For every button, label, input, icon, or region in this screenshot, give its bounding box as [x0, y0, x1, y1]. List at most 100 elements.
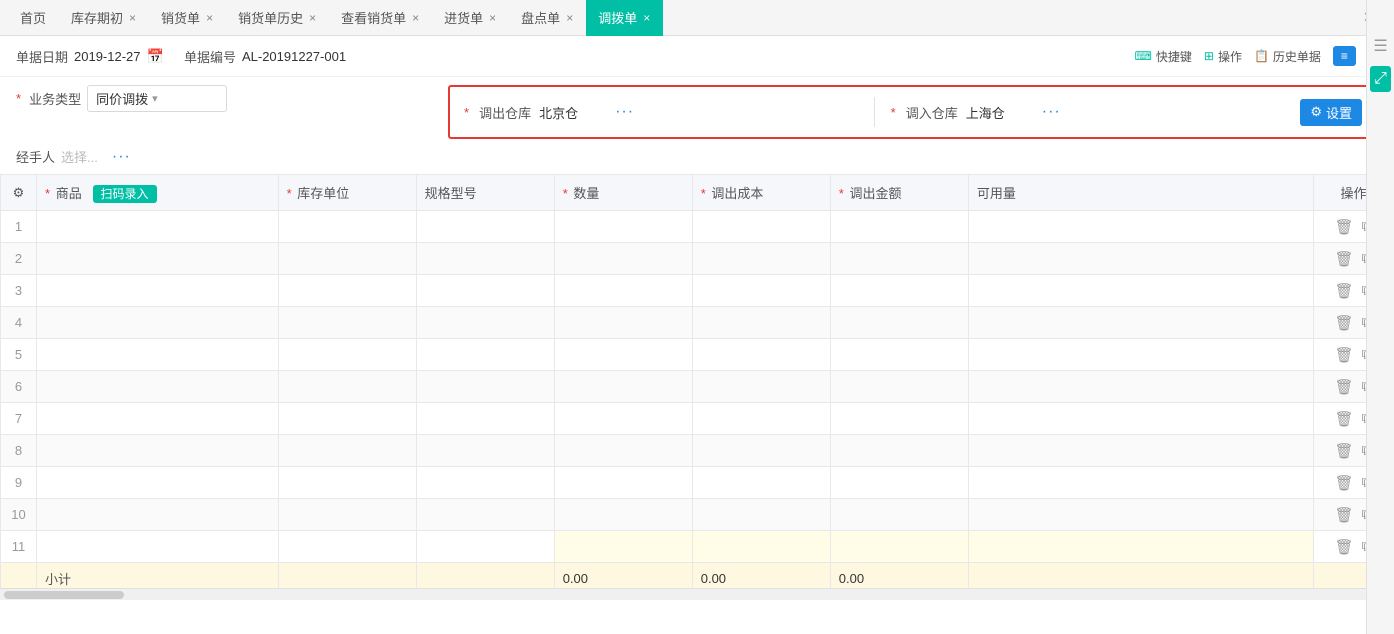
close-icon[interactable]: × [309, 11, 316, 25]
transfer-amount-cell[interactable] [830, 275, 968, 307]
available-cell[interactable] [968, 403, 1313, 435]
tab-inventory-count[interactable]: 盘点单 × [509, 0, 586, 36]
panel-expand-icon[interactable]: ⤢ [1370, 66, 1391, 92]
available-cell[interactable] [968, 307, 1313, 339]
available-cell[interactable] [968, 371, 1313, 403]
horizontal-scrollbar[interactable] [0, 588, 1394, 600]
transfer-in-dots[interactable]: ··· [1042, 103, 1061, 121]
settings-button[interactable]: ⚙ 设置 [1300, 99, 1362, 126]
person-select[interactable]: 选择... [61, 147, 98, 166]
spec-cell[interactable] [416, 403, 554, 435]
tab-view-sales[interactable]: 查看销货单 × [329, 0, 432, 36]
quantity-cell[interactable] [554, 467, 692, 499]
quantity-cell[interactable] [554, 499, 692, 531]
unit-cell[interactable] [278, 307, 416, 339]
unit-cell[interactable] [278, 531, 416, 563]
product-cell[interactable] [37, 243, 279, 275]
close-icon[interactable]: × [412, 11, 419, 25]
product-cell[interactable] [37, 435, 279, 467]
tab-inventory-init[interactable]: 库存期初 × [59, 0, 149, 36]
scan-button[interactable]: 扫码录入 [93, 185, 157, 203]
unit-cell[interactable] [278, 243, 416, 275]
close-icon[interactable]: × [206, 11, 213, 25]
unit-cell[interactable] [278, 371, 416, 403]
delete-icon[interactable]: 🗑 [1335, 346, 1354, 364]
delete-icon[interactable]: 🗑 [1335, 378, 1354, 396]
transfer-amount-cell[interactable] [830, 371, 968, 403]
spec-cell[interactable] [416, 307, 554, 339]
spec-cell[interactable] [416, 339, 554, 371]
available-cell[interactable] [968, 499, 1313, 531]
tab-sales-order[interactable]: 销货单 × [149, 0, 226, 36]
spec-cell[interactable] [416, 243, 554, 275]
transfer-cost-cell[interactable] [692, 499, 830, 531]
delete-icon[interactable]: 🗑 [1335, 314, 1354, 332]
available-cell[interactable] [968, 275, 1313, 307]
transfer-cost-cell[interactable] [692, 275, 830, 307]
gear-column-header[interactable]: ⚙ [1, 175, 37, 211]
product-cell[interactable] [37, 275, 279, 307]
available-cell[interactable] [968, 339, 1313, 371]
shortcuts-button[interactable]: ⌨ 快捷键 [1135, 48, 1192, 65]
unit-cell[interactable] [278, 499, 416, 531]
close-icon[interactable]: × [129, 11, 136, 25]
product-cell[interactable] [37, 339, 279, 371]
quantity-cell[interactable] [554, 275, 692, 307]
delete-icon[interactable]: 🗑 [1335, 538, 1354, 556]
product-cell[interactable] [37, 467, 279, 499]
quantity-cell[interactable] [554, 371, 692, 403]
tab-sales-history[interactable]: 销货单历史 × [226, 0, 329, 36]
transfer-cost-cell[interactable] [692, 371, 830, 403]
spec-cell[interactable] [416, 211, 554, 243]
unit-cell[interactable] [278, 435, 416, 467]
quantity-cell[interactable] [554, 307, 692, 339]
product-cell[interactable] [37, 499, 279, 531]
product-cell[interactable] [37, 371, 279, 403]
transfer-cost-cell[interactable] [692, 243, 830, 275]
product-cell[interactable] [37, 531, 279, 563]
spec-cell[interactable] [416, 275, 554, 307]
delete-icon[interactable]: 🗑 [1335, 250, 1354, 268]
transfer-amount-cell[interactable] [830, 403, 968, 435]
unit-cell[interactable] [278, 403, 416, 435]
transfer-amount-cell[interactable] [830, 307, 968, 339]
transfer-amount-cell[interactable] [830, 435, 968, 467]
spec-cell[interactable] [416, 435, 554, 467]
delete-icon[interactable]: 🗑 [1335, 410, 1354, 428]
person-dots[interactable]: ··· [112, 148, 131, 166]
quantity-cell[interactable] [554, 531, 692, 563]
spec-cell[interactable] [416, 531, 554, 563]
tab-transfer-order[interactable]: 调拨单 × [586, 0, 663, 36]
tab-home[interactable]: 首页 [8, 0, 59, 36]
delete-icon[interactable]: 🗑 [1335, 506, 1354, 524]
unit-cell[interactable] [278, 211, 416, 243]
unit-cell[interactable] [278, 275, 416, 307]
transfer-amount-cell[interactable] [830, 531, 968, 563]
spec-cell[interactable] [416, 499, 554, 531]
transfer-amount-cell[interactable] [830, 339, 968, 371]
delete-icon[interactable]: 🗑 [1335, 442, 1354, 460]
transfer-cost-cell[interactable] [692, 307, 830, 339]
spec-cell[interactable] [416, 467, 554, 499]
transfer-cost-cell[interactable] [692, 435, 830, 467]
close-icon[interactable]: × [489, 11, 496, 25]
scroll-thumb[interactable] [4, 591, 124, 599]
history-button[interactable]: 📋 历史单据 [1254, 48, 1321, 65]
delete-icon[interactable]: 🗑 [1335, 474, 1354, 492]
available-cell[interactable] [968, 435, 1313, 467]
transfer-out-dots[interactable]: ··· [615, 103, 634, 121]
available-cell[interactable] [968, 211, 1313, 243]
product-cell[interactable] [37, 307, 279, 339]
quantity-cell[interactable] [554, 403, 692, 435]
product-cell[interactable] [37, 403, 279, 435]
quantity-cell[interactable] [554, 211, 692, 243]
available-cell[interactable] [968, 467, 1313, 499]
transfer-cost-cell[interactable] [692, 403, 830, 435]
quantity-cell[interactable] [554, 339, 692, 371]
quantity-cell[interactable] [554, 243, 692, 275]
close-icon[interactable]: × [643, 11, 650, 25]
spec-cell[interactable] [416, 371, 554, 403]
transfer-cost-cell[interactable] [692, 467, 830, 499]
transfer-amount-cell[interactable] [830, 211, 968, 243]
available-cell[interactable] [968, 531, 1313, 563]
